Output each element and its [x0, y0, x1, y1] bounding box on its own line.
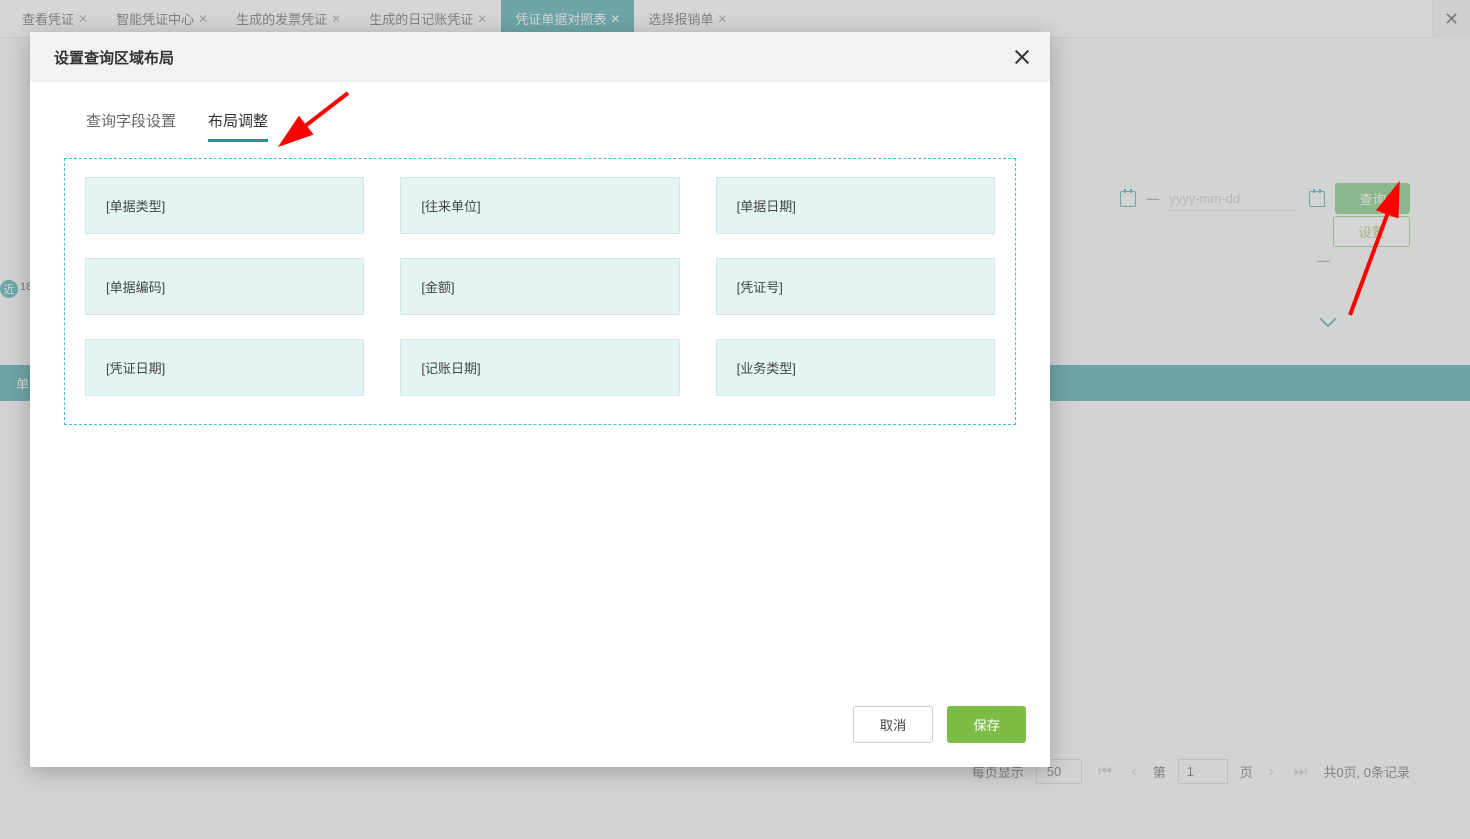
tab-layout-adjust[interactable]: 布局调整 — [208, 110, 268, 142]
field-cell-amount[interactable]: [金额] — [400, 258, 679, 315]
layout-settings-modal: 设置查询区域布局 查询字段设置 布局调整 [单据类型] [往来单位] [单据日期… — [30, 32, 1050, 767]
field-cell-biz-type[interactable]: [业务类型] — [716, 339, 995, 396]
layout-grid: [单据类型] [往来单位] [单据日期] [单据编码] [金额] [凭证号] [… — [85, 177, 995, 396]
modal-footer: 取消 保存 — [30, 690, 1050, 767]
field-cell-doc-code[interactable]: [单据编码] — [85, 258, 364, 315]
save-button[interactable]: 保存 — [947, 706, 1026, 743]
field-cell-voucher-no[interactable]: [凭证号] — [716, 258, 995, 315]
modal-tabs: 查询字段设置 布局调整 — [86, 110, 1022, 142]
field-cell-posting-date[interactable]: [记账日期] — [400, 339, 679, 396]
cancel-button[interactable]: 取消 — [853, 706, 934, 743]
field-cell-voucher-date[interactable]: [凭证日期] — [85, 339, 364, 396]
modal-body: 查询字段设置 布局调整 [单据类型] [往来单位] [单据日期] [单据编码] … — [30, 82, 1050, 690]
modal-header: 设置查询区域布局 — [30, 32, 1050, 82]
layout-drop-zone[interactable]: [单据类型] [往来单位] [单据日期] [单据编码] [金额] [凭证号] [… — [64, 158, 1016, 425]
field-cell-doc-type[interactable]: [单据类型] — [85, 177, 364, 234]
close-icon[interactable] — [1014, 49, 1030, 65]
field-cell-partner[interactable]: [往来单位] — [400, 177, 679, 234]
tab-query-fields[interactable]: 查询字段设置 — [86, 110, 176, 142]
field-cell-doc-date[interactable]: [单据日期] — [716, 177, 995, 234]
modal-title: 设置查询区域布局 — [54, 47, 174, 68]
